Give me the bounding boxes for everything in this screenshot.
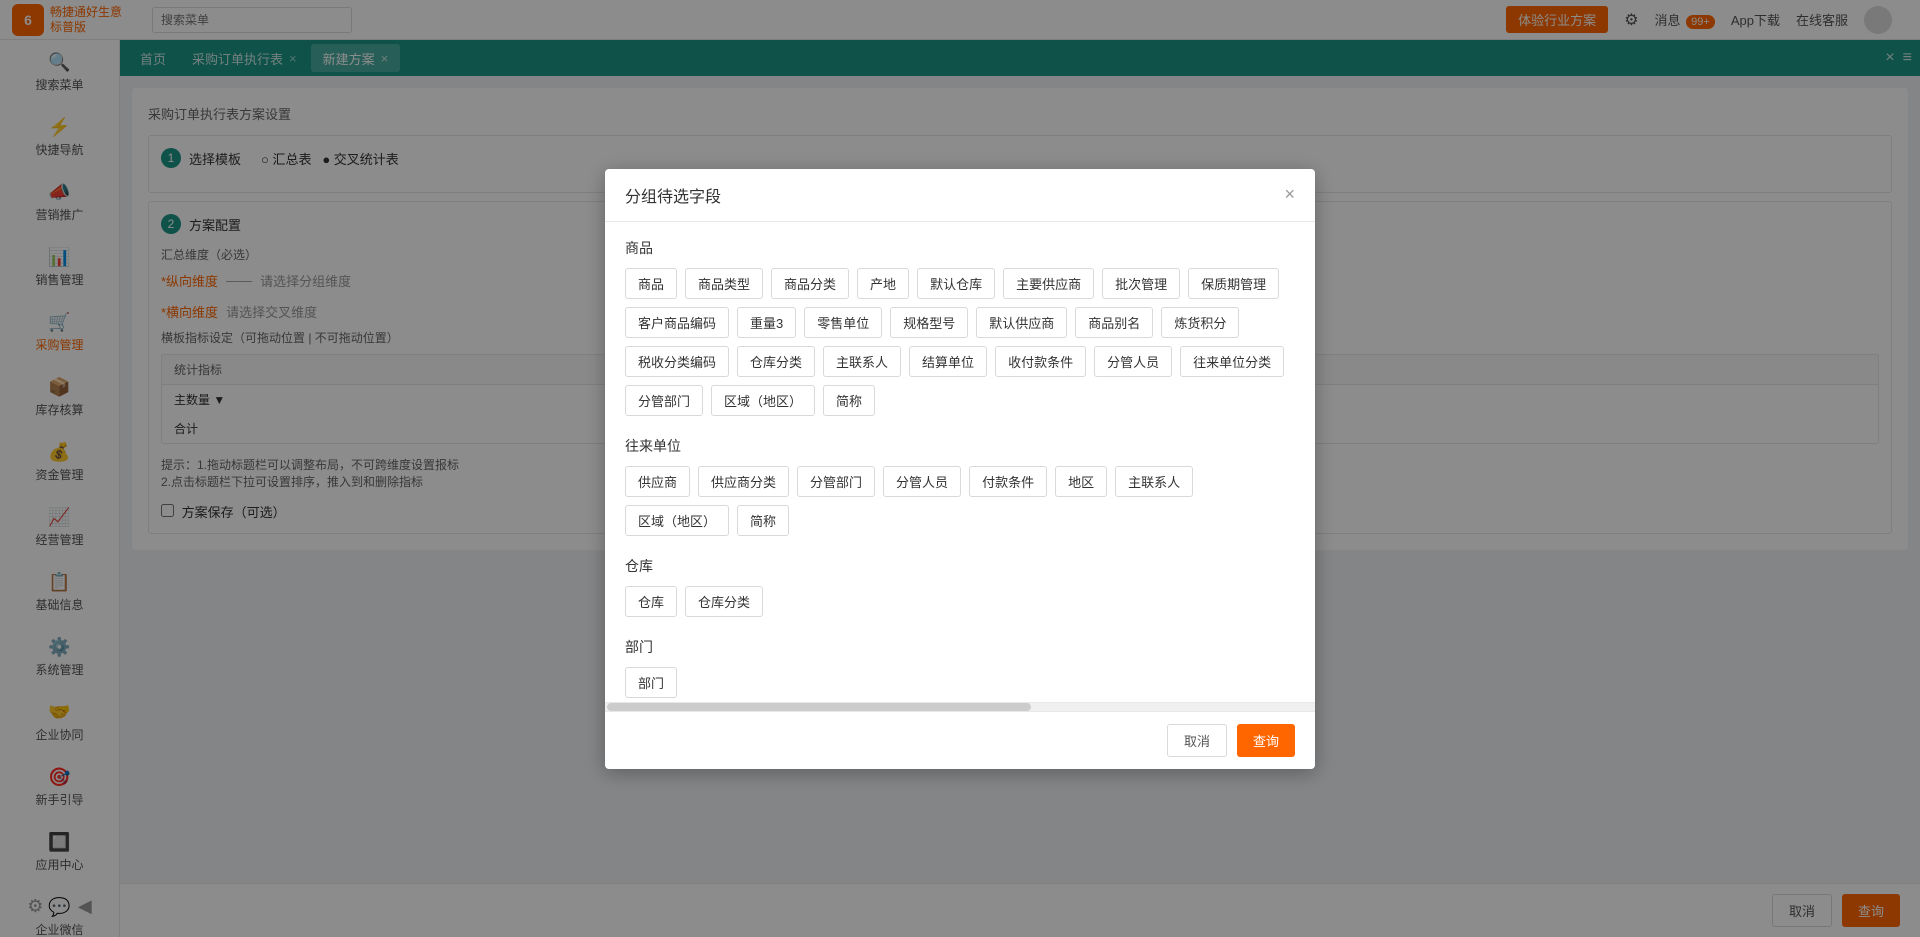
field-default-supplier[interactable]: 默认供应商 bbox=[976, 307, 1067, 338]
section-warehouse: 仓库 仓库 仓库分类 bbox=[625, 556, 1295, 617]
field-batch[interactable]: 批次管理 bbox=[1102, 268, 1180, 299]
field-main-contact[interactable]: 主联系人 bbox=[823, 346, 901, 377]
field-wh-cat[interactable]: 仓库分类 bbox=[685, 586, 763, 617]
field-partner-short[interactable]: 简称 bbox=[737, 505, 789, 536]
field-shelf-life[interactable]: 保质期管理 bbox=[1188, 268, 1279, 299]
modal-horizontal-scrollbar[interactable] bbox=[605, 702, 1315, 711]
field-customer-code[interactable]: 客户商品编码 bbox=[625, 307, 729, 338]
field-goods-category[interactable]: 商品分类 bbox=[771, 268, 849, 299]
field-origin[interactable]: 产地 bbox=[857, 268, 909, 299]
modal-confirm-button[interactable]: 查询 bbox=[1237, 724, 1295, 757]
section-dept: 部门 部门 bbox=[625, 637, 1295, 698]
field-points[interactable]: 炼货积分 bbox=[1161, 307, 1239, 338]
modal-close-button[interactable]: × bbox=[1284, 184, 1295, 205]
field-goods[interactable]: 商品 bbox=[625, 268, 677, 299]
field-department[interactable]: 部门 bbox=[625, 667, 677, 698]
field-select-modal: 分组待选字段 × 商品 商品 商品类型 商品分类 产地 默认仓库 主要供应商 批… bbox=[605, 169, 1315, 769]
modal-body[interactable]: 商品 商品 商品类型 商品分类 产地 默认仓库 主要供应商 批次管理 保质期管理… bbox=[605, 222, 1315, 702]
section-dept-fields: 部门 bbox=[625, 667, 1295, 698]
modal-header: 分组待选字段 × bbox=[605, 169, 1315, 222]
modal-cancel-button[interactable]: 取消 bbox=[1167, 724, 1227, 757]
field-partner-dept[interactable]: 分管部门 bbox=[797, 466, 875, 497]
field-region[interactable]: 区域（地区） bbox=[711, 385, 815, 416]
field-tax-code[interactable]: 税收分类编码 bbox=[625, 346, 729, 377]
section-goods-fields: 商品 商品类型 商品分类 产地 默认仓库 主要供应商 批次管理 保质期管理 客户… bbox=[625, 268, 1295, 416]
field-dept[interactable]: 分管部门 bbox=[625, 385, 703, 416]
field-warehouse-category[interactable]: 仓库分类 bbox=[737, 346, 815, 377]
section-partner-title: 往来单位 bbox=[625, 436, 1295, 456]
modal-title: 分组待选字段 bbox=[625, 183, 721, 207]
scrollbar-thumb[interactable] bbox=[607, 703, 1031, 711]
field-weight[interactable]: 重量3 bbox=[737, 307, 796, 338]
field-payment-terms[interactable]: 收付款条件 bbox=[995, 346, 1086, 377]
section-partner-fields: 供应商 供应商分类 分管部门 分管人员 付款条件 地区 主联系人 区域（地区） … bbox=[625, 466, 1295, 536]
section-partner: 往来单位 供应商 供应商分类 分管部门 分管人员 付款条件 地区 主联系人 区域… bbox=[625, 436, 1295, 536]
field-spec-model[interactable]: 规格型号 bbox=[890, 307, 968, 338]
field-pay-terms[interactable]: 付款条件 bbox=[969, 466, 1047, 497]
field-partner-region[interactable]: 区域（地区） bbox=[625, 505, 729, 536]
field-partner-category[interactable]: 往来单位分类 bbox=[1180, 346, 1284, 377]
section-warehouse-title: 仓库 bbox=[625, 556, 1295, 576]
field-supplier-cat[interactable]: 供应商分类 bbox=[698, 466, 789, 497]
field-supplier[interactable]: 供应商 bbox=[625, 466, 690, 497]
field-settle-unit[interactable]: 结算单位 bbox=[909, 346, 987, 377]
modal-footer: 取消 查询 bbox=[605, 711, 1315, 769]
field-goods-type[interactable]: 商品类型 bbox=[685, 268, 763, 299]
field-supervisor[interactable]: 分管人员 bbox=[1094, 346, 1172, 377]
field-default-warehouse[interactable]: 默认仓库 bbox=[917, 268, 995, 299]
section-dept-title: 部门 bbox=[625, 637, 1295, 657]
field-wh[interactable]: 仓库 bbox=[625, 586, 677, 617]
field-partner-supervisor[interactable]: 分管人员 bbox=[883, 466, 961, 497]
section-goods: 商品 商品 商品类型 商品分类 产地 默认仓库 主要供应商 批次管理 保质期管理… bbox=[625, 238, 1295, 416]
field-partner-contact[interactable]: 主联系人 bbox=[1115, 466, 1193, 497]
section-warehouse-fields: 仓库 仓库分类 bbox=[625, 586, 1295, 617]
field-retail-unit[interactable]: 零售单位 bbox=[804, 307, 882, 338]
field-goods-alias[interactable]: 商品别名 bbox=[1075, 307, 1153, 338]
field-area[interactable]: 地区 bbox=[1055, 466, 1107, 497]
field-main-supplier[interactable]: 主要供应商 bbox=[1003, 268, 1094, 299]
section-goods-title: 商品 bbox=[625, 238, 1295, 258]
field-short-name[interactable]: 简称 bbox=[823, 385, 875, 416]
